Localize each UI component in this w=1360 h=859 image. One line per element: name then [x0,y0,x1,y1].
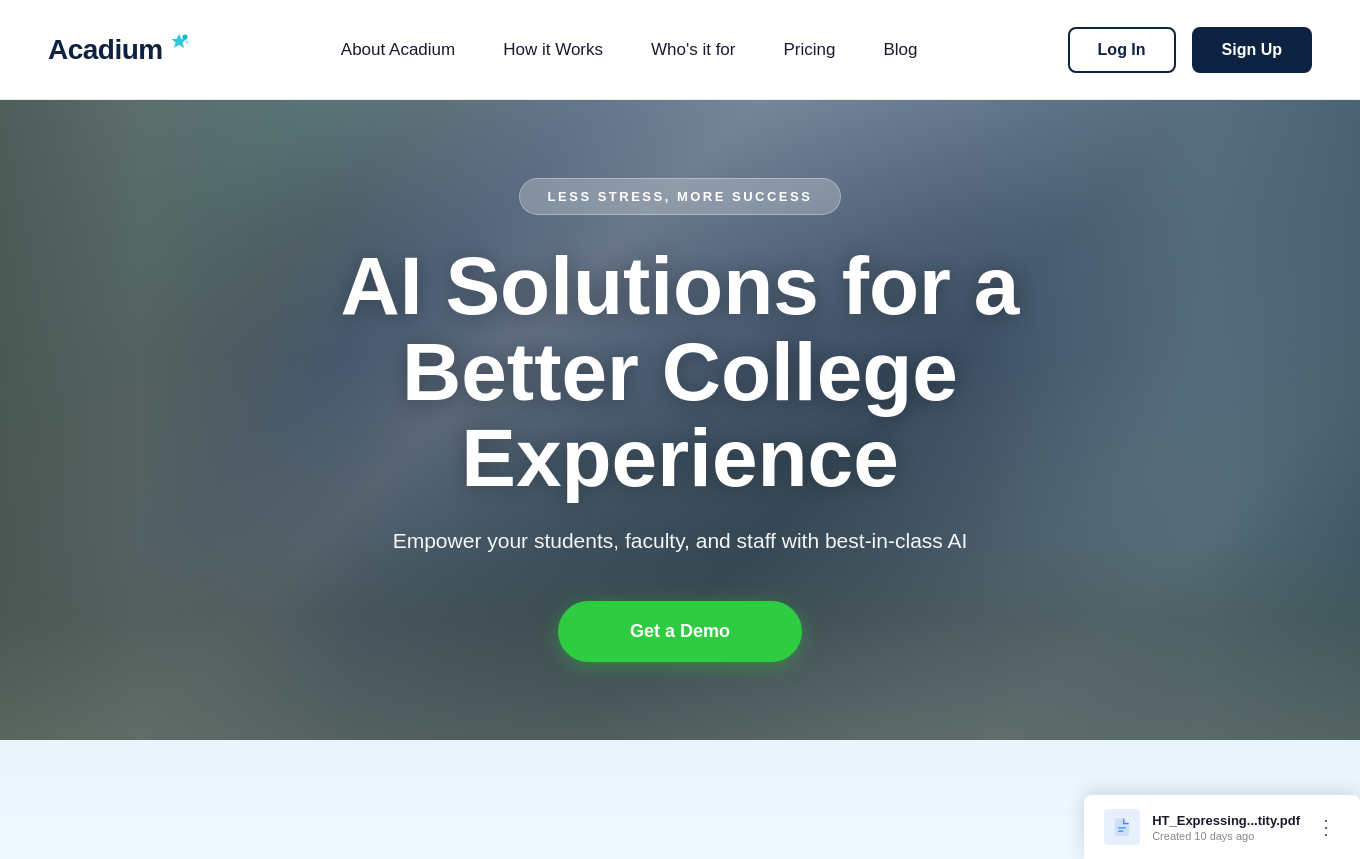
navbar-actions: Log In Sign Up [1068,27,1312,73]
hero-section: LESS STRESS, MORE SUCCESS AI Solutions f… [0,100,1360,740]
logo-icon [167,32,191,60]
svg-point-1 [185,40,188,43]
navbar: Acadium About Acadium How it Works Who's… [0,0,1360,100]
toast-meta: Created 10 days ago [1152,830,1300,842]
toast-notification: HT_Expressing...tity.pdf Created 10 days… [1084,795,1360,859]
hero-subtitle: Empower your students, faculty, and staf… [270,525,1090,557]
svg-point-0 [182,34,187,39]
hero-title: AI Solutions for a Better College Experi… [270,243,1090,501]
signup-button[interactable]: Sign Up [1192,27,1312,73]
get-demo-button[interactable]: Get a Demo [558,601,802,662]
toast-info: HT_Expressing...tity.pdf Created 10 days… [1152,813,1300,842]
hero-badge: LESS STRESS, MORE SUCCESS [519,178,842,215]
toast-file-icon [1104,809,1140,845]
nav-links: About Acadium How it Works Who's it for … [341,40,918,60]
logo-text: Acadium [48,34,163,66]
nav-item-about[interactable]: About Acadium [341,40,455,60]
nav-item-whos-it-for[interactable]: Who's it for [651,40,736,60]
hero-content: LESS STRESS, MORE SUCCESS AI Solutions f… [230,178,1130,662]
nav-item-how-it-works[interactable]: How it Works [503,40,603,60]
nav-item-pricing[interactable]: Pricing [784,40,836,60]
login-button[interactable]: Log In [1068,27,1176,73]
toast-filename: HT_Expressing...tity.pdf [1152,813,1300,828]
toast-menu-button[interactable]: ⋮ [1312,811,1340,843]
logo[interactable]: Acadium [48,34,191,66]
nav-item-blog[interactable]: Blog [883,40,917,60]
